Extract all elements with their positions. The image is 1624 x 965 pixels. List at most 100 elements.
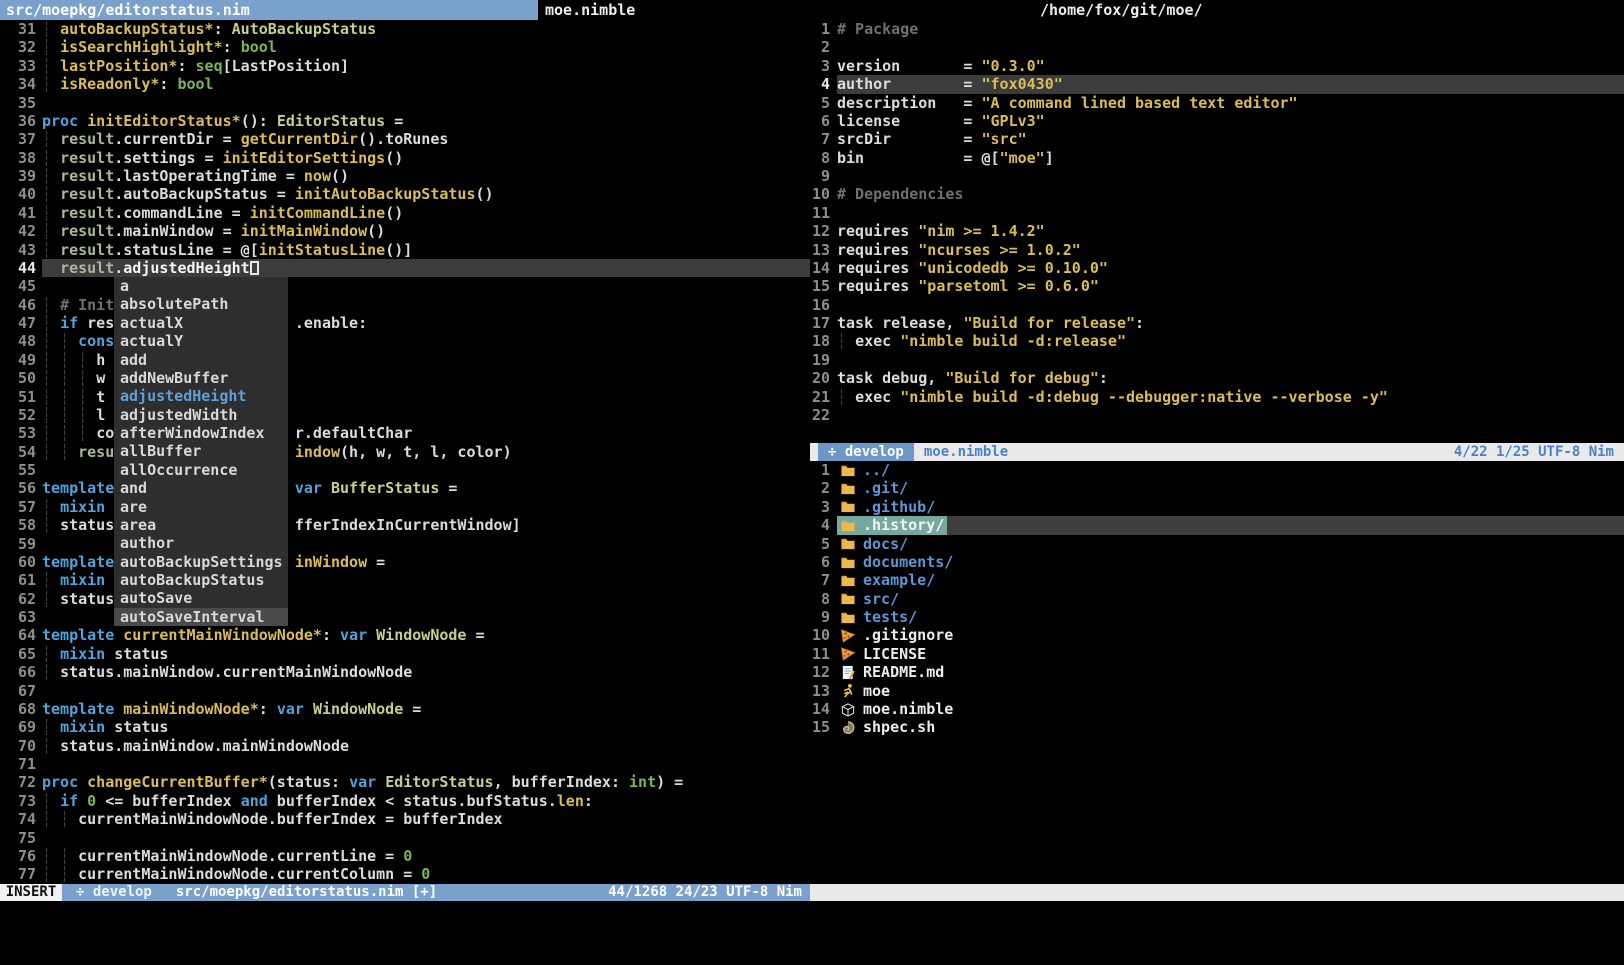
- code-line[interactable]: 20 task debug, "Build for debug":: [810, 369, 1624, 387]
- completion-item[interactable]: a: [114, 277, 288, 295]
- code-line[interactable]: 32 ┆ isSearchHighlight*: bool: [0, 38, 810, 56]
- code-line[interactable]: 77 ┆ ┆ currentMainWindowNode.currentColum…: [0, 865, 810, 883]
- code-line[interactable]: 42 ┆ result.mainWindow = initMainWindow(): [0, 222, 810, 240]
- file-entry[interactable]: LICENSE: [837, 645, 929, 663]
- completion-item[interactable]: actualY: [114, 332, 288, 350]
- file-row[interactable]: 4 .history/: [810, 516, 1624, 535]
- file-entry[interactable]: src/: [837, 590, 902, 608]
- code-line[interactable]: 6 license = "GPLv3": [810, 112, 1624, 130]
- file-row[interactable]: 3 .github/: [810, 498, 1624, 516]
- code-line[interactable]: 76 ┆ ┆ currentMainWindowNode.currentLine …: [0, 847, 810, 865]
- file-entry[interactable]: documents/: [837, 553, 956, 571]
- file-row[interactable]: 13 moe: [810, 682, 1624, 700]
- completion-item[interactable]: adjustedWidth: [114, 406, 288, 424]
- code-line[interactable]: 4 author = "fox0430": [810, 75, 1624, 94]
- code-line[interactable]: 31 ┆ autoBackupStatus*: AutoBackupStatus: [0, 20, 810, 38]
- file-entry[interactable]: .history/: [837, 516, 948, 535]
- file-entry[interactable]: docs/: [837, 535, 911, 553]
- file-entry[interactable]: example/: [837, 571, 938, 589]
- file-row[interactable]: 15 shpec.sh: [810, 718, 1624, 736]
- completion-item[interactable]: add: [114, 351, 288, 369]
- file-entry[interactable]: moe: [837, 682, 893, 700]
- file-entry[interactable]: moe.nimble: [837, 700, 956, 718]
- code-line[interactable]: 13 requires "ncurses >= 1.0.2": [810, 241, 1624, 259]
- code-line[interactable]: 73 ┆ if 0 <= bufferIndex and bufferIndex …: [0, 792, 810, 810]
- code-line[interactable]: 17 task release, "Build for release":: [810, 314, 1624, 332]
- code-line[interactable]: 10 # Dependencies: [810, 185, 1624, 203]
- code-line[interactable]: 71: [0, 755, 810, 773]
- code-line[interactable]: 12 requires "nim >= 1.4.2": [810, 222, 1624, 240]
- code-line[interactable]: 43 ┆ result.statusLine = @[initStatusLine…: [0, 241, 810, 259]
- file-row[interactable]: 8 src/: [810, 590, 1624, 608]
- completion-item[interactable]: are: [114, 498, 288, 516]
- code-line[interactable]: 21 ┆ exec "nimble build -d:debug --debugg…: [810, 388, 1624, 406]
- code-line[interactable]: 11: [810, 204, 1624, 222]
- code-line[interactable]: 36 proc initEditorStatus*(): EditorStatus…: [0, 112, 810, 130]
- file-row[interactable]: 11 LICENSE: [810, 645, 1624, 663]
- autocomplete-popup[interactable]: a absolutePath actualX actualY add addNewBuff…: [114, 277, 288, 627]
- file-row[interactable]: 2 .git/: [810, 479, 1624, 497]
- code-line[interactable]: 18 ┆ exec "nimble build -d:release": [810, 332, 1624, 350]
- file-row[interactable]: 14 moe.nimble: [810, 700, 1624, 718]
- file-entry[interactable]: tests/: [837, 608, 920, 626]
- code-line[interactable]: 5 description = "A command lined based te…: [810, 94, 1624, 112]
- completion-item[interactable]: area: [114, 516, 288, 534]
- code-line[interactable]: 3 version = "0.3.0": [810, 57, 1624, 75]
- nimble-pane[interactable]: 1 # Package 2 3 version = "0.3.0" 4 author = "…: [810, 20, 1624, 425]
- file-entry[interactable]: .gitignore: [837, 626, 956, 644]
- code-line[interactable]: 68 template mainWindowNode*: var WindowNo…: [0, 700, 810, 718]
- code-line[interactable]: 70 ┆ status.mainWindow.mainWindowNode: [0, 737, 810, 755]
- code-line[interactable]: 40 ┆ result.autoBackupStatus = initAutoBa…: [0, 185, 810, 203]
- file-entry[interactable]: .git/: [837, 479, 911, 497]
- completion-item[interactable]: allOccurrence: [114, 461, 288, 479]
- code-line[interactable]: 39 ┆ result.lastOperatingTime = now(): [0, 167, 810, 185]
- completion-item[interactable]: adjustedHeight: [114, 387, 288, 405]
- completion-item[interactable]: autoBackupStatus: [114, 571, 288, 589]
- file-row[interactable]: 9 tests/: [810, 608, 1624, 626]
- file-entry[interactable]: ../: [837, 461, 893, 479]
- completion-item[interactable]: afterWindowIndex: [114, 424, 288, 442]
- code-line[interactable]: 64 template currentMainWindowNode*: var W…: [0, 626, 810, 644]
- completion-item[interactable]: addNewBuffer: [114, 369, 288, 387]
- filer-pane[interactable]: 1 ../ 2 .git/3 .github/4 .history/5 docs/6 docu…: [810, 461, 1624, 737]
- tab-editorstatus-nim[interactable]: src/moepkg/editorstatus.nim: [0, 0, 538, 20]
- code-line[interactable]: 7 srcDir = "src": [810, 130, 1624, 148]
- code-line[interactable]: 34 ┆ isReadonly*: bool: [0, 75, 810, 93]
- code-line[interactable]: 69 ┆ mixin status: [0, 718, 810, 736]
- tab-moe-nimble[interactable]: moe.nimble: [545, 0, 635, 20]
- code-line[interactable]: 16: [810, 296, 1624, 314]
- code-line[interactable]: 33 ┆ lastPosition*: seq[LastPosition]: [0, 57, 810, 75]
- completion-item[interactable]: author: [114, 534, 288, 552]
- code-line[interactable]: 1 # Package: [810, 20, 1624, 38]
- file-row[interactable]: 7 example/: [810, 571, 1624, 589]
- completion-item[interactable]: autoSaveInterval: [114, 607, 288, 627]
- command-line[interactable]: [0, 901, 1624, 965]
- file-row[interactable]: 12 README.md: [810, 663, 1624, 681]
- code-line[interactable]: 19: [810, 351, 1624, 369]
- code-line[interactable]: 72 proc changeCurrentBuffer*(status: var …: [0, 773, 810, 791]
- code-line[interactable]: 15 requires "parsetoml >= 0.6.0": [810, 277, 1624, 295]
- completion-item[interactable]: absolutePath: [114, 295, 288, 313]
- code-line[interactable]: 74 ┆ ┆ currentMainWindowNode.bufferIndex …: [0, 810, 810, 828]
- code-line[interactable]: 65 ┆ mixin status: [0, 645, 810, 663]
- file-entry[interactable]: shpec.sh: [837, 718, 938, 736]
- code-line[interactable]: 44 ┆ result.adjustedHeight: [0, 258, 810, 278]
- file-entry[interactable]: .github/: [837, 498, 938, 516]
- code-line[interactable]: 38 ┆ result.settings = initEditorSettings…: [0, 149, 810, 167]
- code-line[interactable]: 75: [0, 829, 810, 847]
- completion-item[interactable]: and: [114, 479, 288, 497]
- file-row[interactable]: 10 .gitignore: [810, 626, 1624, 644]
- code-line[interactable]: 2: [810, 38, 1624, 56]
- completion-item[interactable]: autoBackupSettings: [114, 553, 288, 571]
- code-line[interactable]: 35: [0, 94, 810, 112]
- completion-item[interactable]: autoSave: [114, 589, 288, 607]
- code-line[interactable]: 67: [0, 682, 810, 700]
- code-line[interactable]: 9: [810, 167, 1624, 185]
- completion-item[interactable]: actualX: [114, 314, 288, 332]
- code-line[interactable]: 66 ┆ status.mainWindow.currentMainWindowN…: [0, 663, 810, 681]
- code-line[interactable]: 22: [810, 406, 1624, 424]
- code-line[interactable]: 14 requires "unicodedb >= 0.10.0": [810, 259, 1624, 277]
- file-row[interactable]: 6 documents/: [810, 553, 1624, 571]
- code-line[interactable]: 8 bin = @["moe"]: [810, 149, 1624, 167]
- file-row[interactable]: 5 docs/: [810, 535, 1624, 553]
